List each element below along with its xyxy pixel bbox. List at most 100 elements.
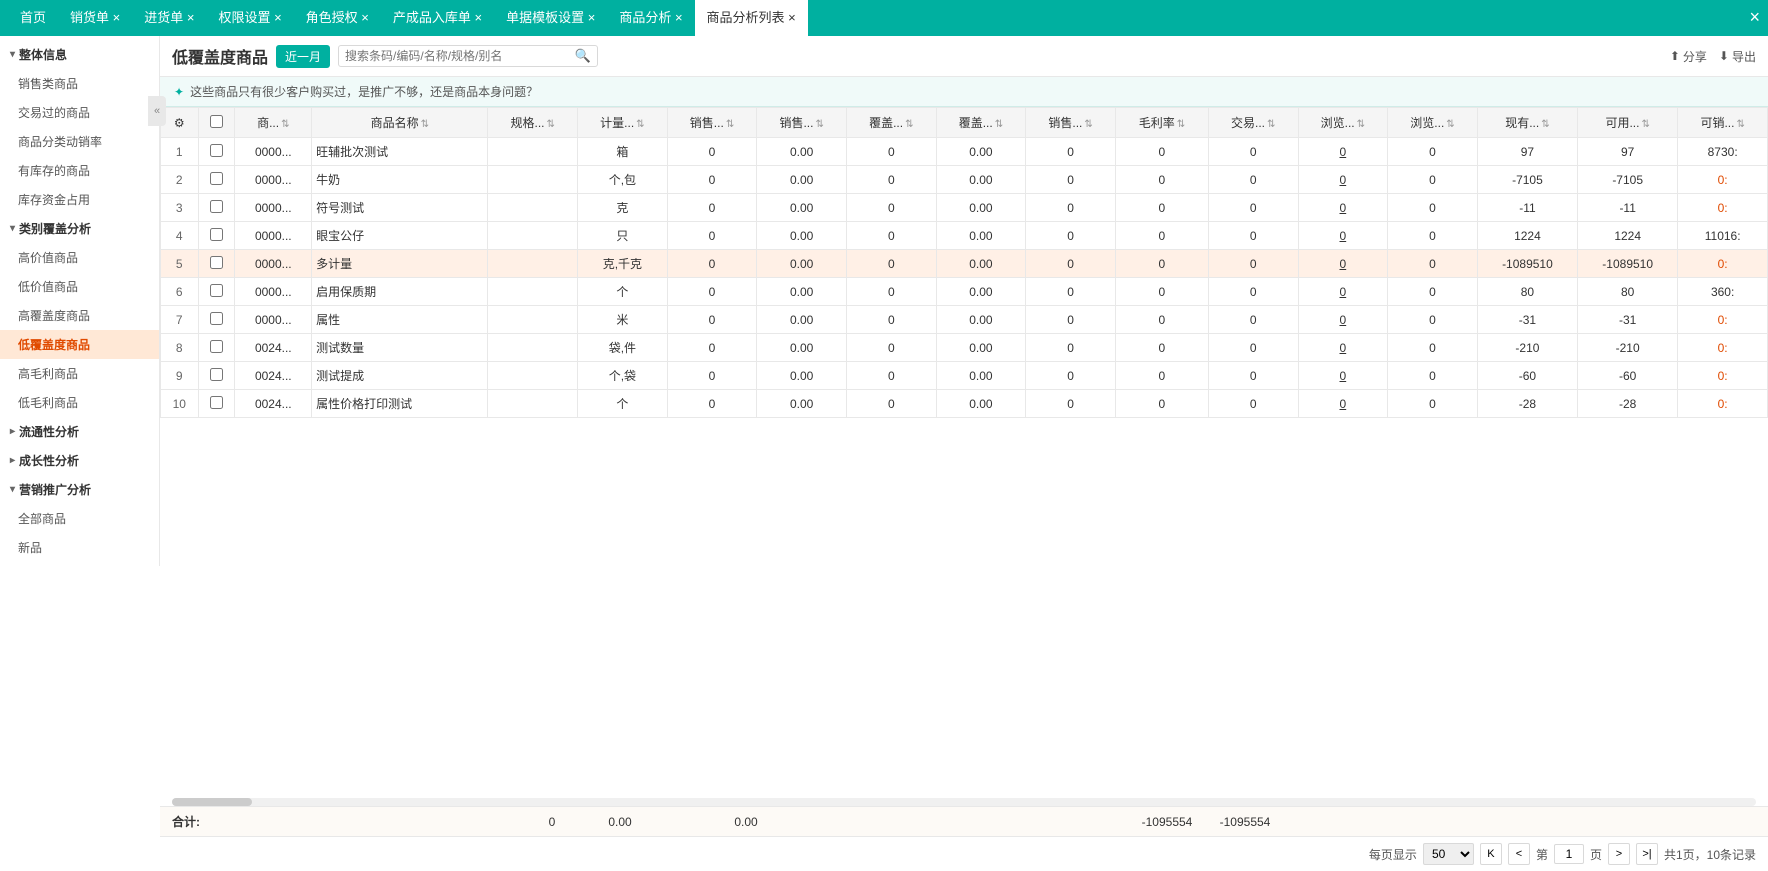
row-browse1[interactable]: 0: [1298, 334, 1388, 362]
row-browse1[interactable]: 0: [1298, 138, 1388, 166]
search-input[interactable]: [345, 49, 575, 63]
page-number-input[interactable]: [1554, 844, 1584, 864]
table-row[interactable]: 7 0000... 属性 米 0 0.00 0 0.00 0 0 0 0 0 -…: [161, 306, 1768, 334]
sidebar-section-marketing[interactable]: ▾ 营销推广分析: [0, 475, 159, 504]
col-browse1[interactable]: 浏览...⇅: [1298, 108, 1388, 138]
row-browse1[interactable]: 0: [1298, 390, 1388, 418]
sidebar-item-in-stock[interactable]: 有库存的商品: [0, 156, 159, 185]
sidebar-item-low-coverage[interactable]: 低覆盖度商品: [0, 330, 159, 359]
row-checkbox[interactable]: [198, 194, 235, 222]
table-row[interactable]: 6 0000... 启用保质期 个 0 0.00 0 0.00 0 0 0 0 …: [161, 278, 1768, 306]
table-row[interactable]: 2 0000... 牛奶 个,包 0 0.00 0 0.00 0 0 0 0 0…: [161, 166, 1768, 194]
sidebar-item-high-margin[interactable]: 高毛利商品: [0, 359, 159, 388]
row-checkbox[interactable]: [198, 390, 235, 418]
row-spec: [488, 166, 578, 194]
row-browse1[interactable]: 0: [1298, 166, 1388, 194]
col-sales3[interactable]: 销售...⇅: [1026, 108, 1116, 138]
sidebar-item-low-value[interactable]: 低价值商品: [0, 272, 159, 301]
row-browse1[interactable]: 0: [1298, 194, 1388, 222]
table-row[interactable]: 5 0000... 多计量 克,千克 0 0.00 0 0.00 0 0 0 0…: [161, 250, 1768, 278]
horizontal-scrollbar[interactable]: [172, 798, 1756, 806]
row-saleable: 360:: [1678, 278, 1768, 306]
row-cover2: 0.00: [936, 334, 1026, 362]
row-cover2: 0.00: [936, 138, 1026, 166]
nav-role[interactable]: 角色授权 ×: [294, 0, 381, 36]
col-trade[interactable]: 交易...⇅: [1208, 108, 1298, 138]
sidebar-item-new-goods[interactable]: 新品: [0, 533, 159, 562]
nav-permission[interactable]: 权限设置 ×: [206, 0, 293, 36]
share-button[interactable]: ⬆ 分享: [1670, 48, 1707, 65]
sidebar-item-traded-goods[interactable]: 交易过的商品: [0, 98, 159, 127]
scrollbar-thumb[interactable]: [172, 798, 252, 806]
table-row[interactable]: 10 0024... 属性价格打印测试 个 0 0.00 0 0.00 0 0 …: [161, 390, 1768, 418]
close-icon[interactable]: ×: [1749, 8, 1760, 26]
col-unit[interactable]: 计量...⇅: [578, 108, 668, 138]
row-cover2: 0.00: [936, 166, 1026, 194]
sidebar-item-high-value[interactable]: 高价值商品: [0, 243, 159, 272]
col-code[interactable]: 商...⇅: [235, 108, 312, 138]
col-gross-rate[interactable]: 毛利率⇅: [1115, 108, 1208, 138]
row-checkbox[interactable]: [198, 138, 235, 166]
sidebar-item-high-coverage[interactable]: 高覆盖度商品: [0, 301, 159, 330]
sidebar-section-liquidity[interactable]: ▸ 流通性分析: [0, 417, 159, 446]
row-checkbox[interactable]: [198, 334, 235, 362]
sidebar-item-all-goods[interactable]: 全部商品: [0, 504, 159, 533]
sidebar-section-overall[interactable]: ▾ 整体信息: [0, 40, 159, 69]
sidebar-item-inventory-capital[interactable]: 库存资金占用: [0, 185, 159, 214]
row-browse1[interactable]: 0: [1298, 362, 1388, 390]
sidebar-item-low-margin[interactable]: 低毛利商品: [0, 388, 159, 417]
sidebar-toggle[interactable]: «: [148, 96, 166, 126]
col-settings[interactable]: ⚙: [161, 108, 199, 138]
row-checkbox[interactable]: [198, 250, 235, 278]
nav-product-entry[interactable]: 产成品入库单 ×: [381, 0, 494, 36]
search-box[interactable]: 🔍: [338, 45, 598, 67]
row-checkbox[interactable]: [198, 362, 235, 390]
row-cover1: 0: [846, 138, 936, 166]
col-sales-amt[interactable]: 销售...⇅: [757, 108, 847, 138]
sidebar-item-category-rate[interactable]: 商品分类动销率: [0, 127, 159, 156]
col-browse2[interactable]: 浏览...⇅: [1388, 108, 1478, 138]
row-browse1[interactable]: 0: [1298, 278, 1388, 306]
period-button[interactable]: 近一月: [276, 45, 330, 68]
nav-home[interactable]: 首页: [8, 0, 58, 36]
prev-page-button[interactable]: <: [1508, 843, 1530, 865]
first-page-button[interactable]: K: [1480, 843, 1502, 865]
row-browse1[interactable]: 0: [1298, 306, 1388, 334]
col-checkbox[interactable]: [198, 108, 235, 138]
row-browse1[interactable]: 0: [1298, 250, 1388, 278]
row-checkbox[interactable]: [198, 278, 235, 306]
table-row[interactable]: 8 0024... 测试数量 袋,件 0 0.00 0 0.00 0 0 0 0…: [161, 334, 1768, 362]
sidebar-section-category-coverage[interactable]: ▾ 类别覆盖分析: [0, 214, 159, 243]
sidebar-section-growth[interactable]: ▸ 成长性分析: [0, 446, 159, 475]
col-name[interactable]: 商品名称⇅: [312, 108, 488, 138]
page-size-select[interactable]: 50 10 20 100: [1423, 843, 1474, 865]
table-row[interactable]: 3 0000... 符号测试 克 0 0.00 0 0.00 0 0 0 0 0…: [161, 194, 1768, 222]
last-page-button[interactable]: >|: [1636, 843, 1658, 865]
col-spec[interactable]: 规格...⇅: [488, 108, 578, 138]
row-browse1[interactable]: 0: [1298, 222, 1388, 250]
col-cover1[interactable]: 覆盖...⇅: [846, 108, 936, 138]
row-browse2: 0: [1388, 362, 1478, 390]
select-all-checkbox[interactable]: [210, 115, 223, 128]
nav-sales[interactable]: 销货单 ×: [58, 0, 132, 36]
row-checkbox[interactable]: [198, 222, 235, 250]
col-saleable[interactable]: 可销...⇅: [1678, 108, 1768, 138]
row-checkbox[interactable]: [198, 306, 235, 334]
nav-product-analysis-list[interactable]: 商品分析列表 ×: [695, 0, 808, 36]
table-row[interactable]: 4 0000... 眼宝公仔 只 0 0.00 0 0.00 0 0 0 0 0…: [161, 222, 1768, 250]
nav-purchase[interactable]: 进货单 ×: [132, 0, 206, 36]
col-sales-qty[interactable]: 销售...⇅: [667, 108, 757, 138]
table-row[interactable]: 9 0024... 测试提成 个,袋 0 0.00 0 0.00 0 0 0 0…: [161, 362, 1768, 390]
col-available[interactable]: 可用...⇅: [1578, 108, 1678, 138]
sidebar-item-sales-goods[interactable]: 销售类商品: [0, 69, 159, 98]
col-cover2[interactable]: 覆盖...⇅: [936, 108, 1026, 138]
next-page-button[interactable]: >: [1608, 843, 1630, 865]
col-current[interactable]: 现有...⇅: [1477, 108, 1577, 138]
nav-template[interactable]: 单据模板设置 ×: [494, 0, 607, 36]
table-wrapper[interactable]: ⚙ 商...⇅ 商品名称⇅ 规格...⇅ 计量...⇅ 销售...⇅ 销售...…: [160, 107, 1768, 798]
row-saleable: 0:: [1678, 362, 1768, 390]
nav-product-analysis[interactable]: 商品分析 ×: [607, 0, 694, 36]
table-row[interactable]: 1 0000... 旺辅批次测试 箱 0 0.00 0 0.00 0 0 0 0…: [161, 138, 1768, 166]
export-button[interactable]: ⬇ 导出: [1719, 48, 1756, 65]
row-checkbox[interactable]: [198, 166, 235, 194]
